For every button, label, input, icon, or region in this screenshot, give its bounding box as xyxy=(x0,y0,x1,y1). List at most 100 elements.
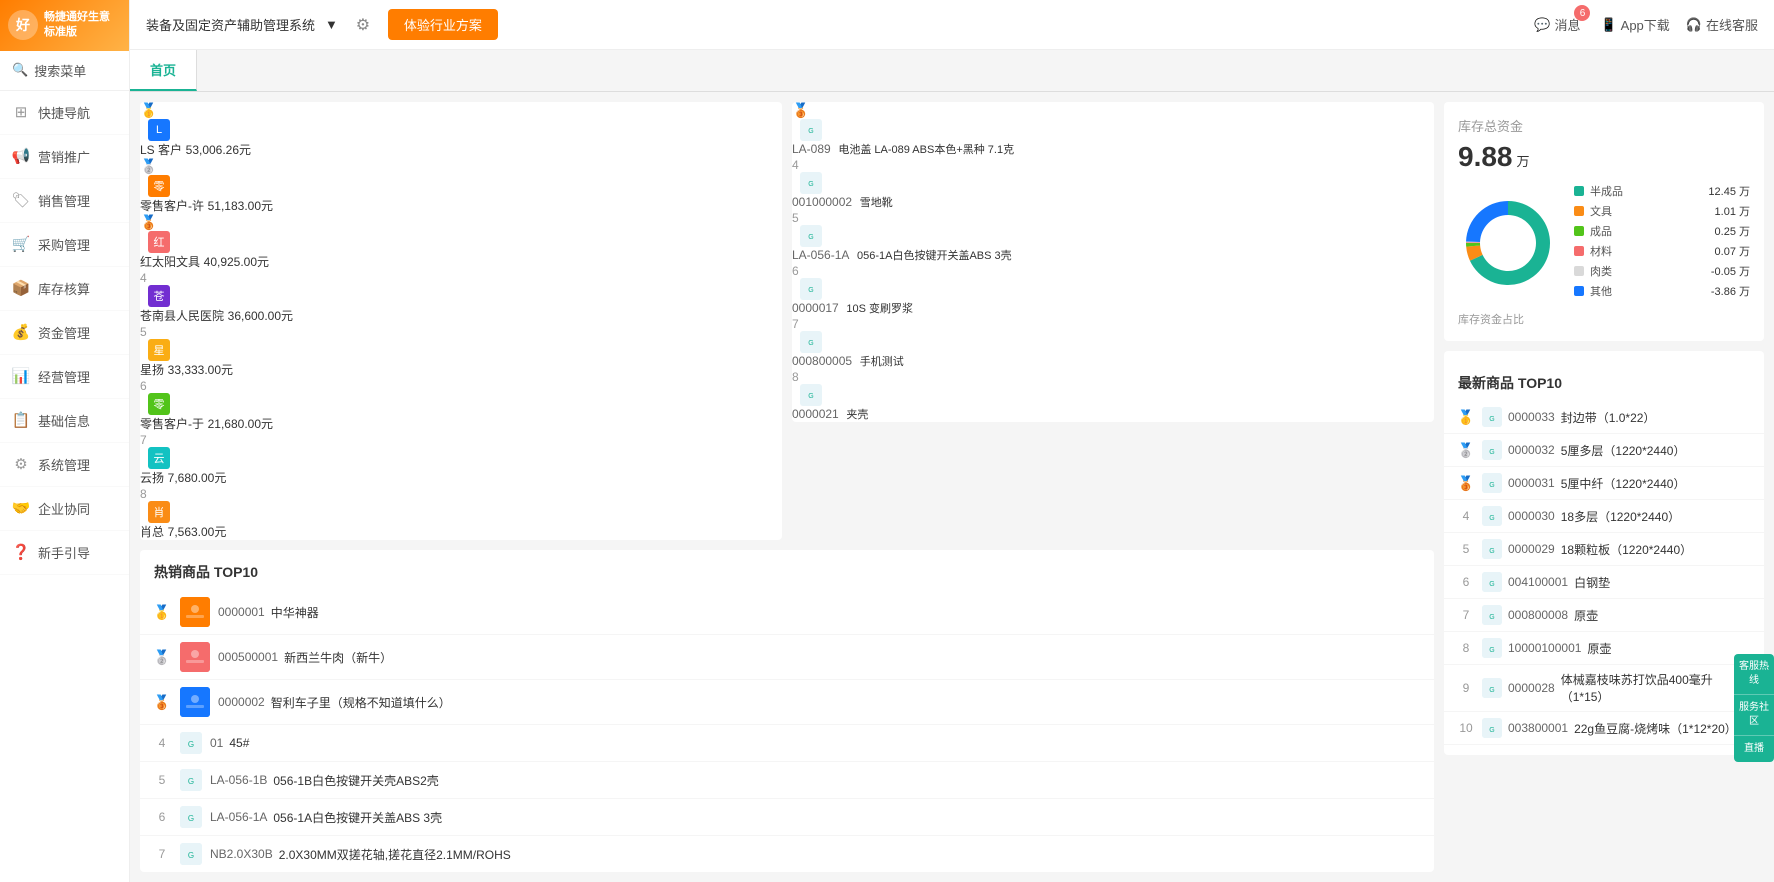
sidebar-item-enterprise[interactable]: 🤝企业协同 xyxy=(0,487,129,531)
sidebar-item-inventory[interactable]: 📦库存核算 xyxy=(0,267,129,311)
hot-product-row: 🥈 000500001 新西兰牛肉（新牛） xyxy=(140,635,1434,680)
sidebar-item-marketing[interactable]: 📢营销推广 xyxy=(0,135,129,179)
tab-home[interactable]: 首页 xyxy=(130,50,197,91)
rank-name: 零售客户-于 xyxy=(140,417,204,431)
sidebar-item-basics[interactable]: 📋基础信息 xyxy=(0,399,129,443)
top-cards: 🥇 L LS 客户 53,006.26元 🥈 零 零售客户-许 51,183.0… xyxy=(140,102,1434,540)
legend-value: 0.07 万 xyxy=(1715,243,1750,259)
sidebar-item-operations[interactable]: 📊经营管理 xyxy=(0,355,129,399)
trial-button[interactable]: 体验行业方案 xyxy=(388,9,498,40)
product-name: 5厘多层（1220*2440） xyxy=(1561,442,1752,459)
float-service: 客服热线 服务社区 直播 xyxy=(1734,654,1774,762)
sold-products-card: 🥉 G LA-089 电池盖 LA-089 ABS本色+黑种 7.1克 4 G … xyxy=(792,102,1434,422)
float-btn-hotline[interactable]: 客服热线 xyxy=(1734,654,1774,695)
product-code: 003800001 xyxy=(1508,721,1568,735)
rank-number: 8 xyxy=(1456,641,1476,655)
online-service-label: 在线客服 xyxy=(1706,15,1758,34)
legend-item: 材料 0.07 万 xyxy=(1574,243,1750,259)
phone-icon: 📱 xyxy=(1600,17,1616,33)
product-code: 0000031 xyxy=(1508,476,1555,490)
sold-rank-row: 6 G 0000017 10S 变刷罗浆 xyxy=(792,263,1434,316)
product-icon: G xyxy=(1482,718,1502,738)
rank-amount: 53,006.26元 xyxy=(186,143,251,157)
inventory-ratio-label: 库存资金占比 xyxy=(1458,311,1750,327)
legend-value: -0.05 万 xyxy=(1711,263,1750,279)
product-name: 056-1A白色按键开关盖ABS 3壳 xyxy=(857,250,1012,262)
sidebar-item-system[interactable]: ⚙系统管理 xyxy=(0,443,129,487)
rank-avatar: 红 xyxy=(148,231,170,253)
legend-value: 0.25 万 xyxy=(1715,223,1750,239)
hot-product-row: 4 G 01 45# xyxy=(140,725,1434,762)
sidebar-item-finance[interactable]: 💰资金管理 xyxy=(0,311,129,355)
online-service-btn[interactable]: 🎧 在线客服 xyxy=(1686,15,1758,34)
product-name: 夹壳 xyxy=(846,409,868,421)
customer-ranking-card: 🥇 L LS 客户 53,006.26元 🥈 零 零售客户-许 51,183.0… xyxy=(140,102,782,540)
nav-label-enterprise: 企业协同 xyxy=(38,499,90,518)
customer-rank-row: 6 零 零售客户-于 21,680.00元 xyxy=(140,378,782,432)
svg-text:G: G xyxy=(1489,482,1494,489)
product-code: 001000002 xyxy=(792,195,852,209)
nav-label-operations: 经营管理 xyxy=(38,367,90,386)
svg-text:G: G xyxy=(188,851,194,860)
product-icon: G xyxy=(1482,678,1502,698)
product-code: 01 xyxy=(210,736,223,750)
svg-text:G: G xyxy=(808,287,813,294)
rank-avatar: 零 xyxy=(148,393,170,415)
product-icon: G xyxy=(180,732,202,754)
rank-number: 6 xyxy=(140,379,147,393)
content-area: 🥇 L LS 客户 53,006.26元 🥈 零 零售客户-许 51,183.0… xyxy=(130,92,1774,882)
inventory-unit: 万 xyxy=(1517,151,1530,170)
float-btn-live[interactable]: 直播 xyxy=(1734,736,1774,762)
medal-icon: 🥇 xyxy=(140,102,157,118)
new-product-row: 🥈 G 0000032 5厘多层（1220*2440） xyxy=(1444,434,1764,467)
rank-avatar: 苍 xyxy=(148,285,170,307)
sidebar-item-quick-nav[interactable]: ⊞快捷导航 xyxy=(0,91,129,135)
message-icon: 💬 xyxy=(1534,17,1550,33)
customer-ranking-rows: 🥇 L LS 客户 53,006.26元 🥈 零 零售客户-许 51,183.0… xyxy=(140,102,782,540)
product-name: 中华神器 xyxy=(271,604,1422,621)
message-btn[interactable]: 💬 消息 6 xyxy=(1530,11,1584,38)
settings-icon[interactable]: ⚙ xyxy=(348,10,378,40)
logo-sub: 标准版 xyxy=(44,25,110,40)
app-download-btn[interactable]: 📱 App下载 xyxy=(1600,15,1669,34)
rank-name: 星扬 xyxy=(140,363,164,377)
medal-icon: 🥇 xyxy=(152,604,172,621)
sidebar-item-sales[interactable]: 🏷销售管理 xyxy=(0,179,129,223)
hot-product-row: 7 G NB2.0X30B 2.0X30MM双搓花轴,搓花直径2.1MM/ROH… xyxy=(140,836,1434,872)
customer-rank-row: 7 云 云扬 7,680.00元 xyxy=(140,432,782,486)
product-code: 10000100001 xyxy=(1508,641,1581,655)
new-product-row: 9 G 0000028 体械嘉枝味苏打饮品400毫升（1*15） xyxy=(1444,665,1764,712)
inventory-amount: 9.88 xyxy=(1458,141,1513,173)
customer-rank-row: 5 星 星扬 33,333.00元 xyxy=(140,324,782,378)
nav-label-marketing: 营销推广 xyxy=(38,147,90,166)
product-code: 0000033 xyxy=(1508,410,1555,424)
float-btn-community[interactable]: 服务社区 xyxy=(1734,695,1774,736)
hot-products-title: 热销商品 TOP10 xyxy=(140,550,1434,590)
inventory-total: 9.88 万 xyxy=(1458,141,1750,173)
svg-text:G: G xyxy=(1489,647,1494,654)
app-download-label: App下载 xyxy=(1621,15,1670,34)
rank-amount: 33,333.00元 xyxy=(168,363,233,377)
product-name: 智利车子里（规格不知道填什么） xyxy=(271,694,1422,711)
hot-product-row: 6 G LA-056-1A 056-1A白色按键开关盖ABS 3壳 xyxy=(140,799,1434,836)
sold-rank-row: 8 G 0000021 夹壳 xyxy=(792,369,1434,422)
sidebar-item-guide[interactable]: ❓新手引导 xyxy=(0,531,129,575)
nav-label-guide: 新手引导 xyxy=(38,543,90,562)
nav-icon-quick-nav: ⊞ xyxy=(12,103,30,121)
product-name: 原壶 xyxy=(1574,607,1752,624)
sidebar-item-purchase[interactable]: 🛒采购管理 xyxy=(0,223,129,267)
legend-value: 12.45 万 xyxy=(1708,183,1750,199)
rank-avatar: L xyxy=(148,119,170,141)
system-title: 装备及固定资产辅助管理系统 xyxy=(146,15,315,34)
customer-rank-row: 🥈 零 零售客户-许 51,183.00元 xyxy=(140,158,782,214)
product-name: 18多层（1220*2440） xyxy=(1561,508,1752,525)
svg-text:G: G xyxy=(808,128,813,135)
sidebar-search[interactable]: 🔍 搜索菜单 xyxy=(0,51,129,91)
sold-rank-row: 4 G 001000002 雪地靴 xyxy=(792,157,1434,210)
legend-label: 其他 xyxy=(1590,283,1705,299)
product-code: LA-056-1A xyxy=(792,248,849,262)
hot-product-row: 5 G LA-056-1B 056-1B白色按键开关壳ABS2壳 xyxy=(140,762,1434,799)
legend-value: 1.01 万 xyxy=(1715,203,1750,219)
inventory-card: 库存总资金 9.88 万 半成品 12.45 万 文具 1.01 万 成品 0.… xyxy=(1444,102,1764,341)
product-code: 0000030 xyxy=(1508,509,1555,523)
